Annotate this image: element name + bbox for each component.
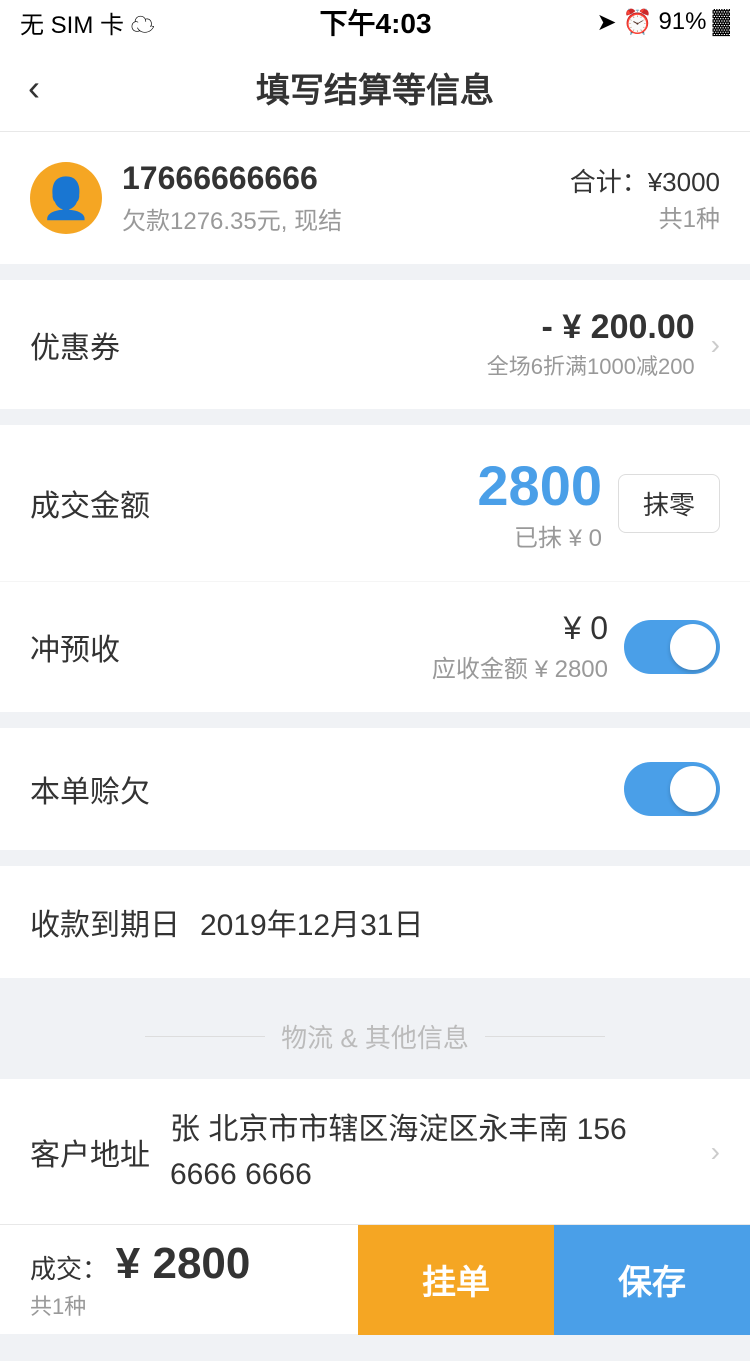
bottom-transaction-line: 成交： ¥ 2800: [30, 1239, 328, 1289]
customer-debt-info: 欠款1276.35元, 现结: [122, 201, 342, 236]
bottom-bar: 成交： ¥ 2800 共1种 挂单 保存: [0, 1224, 750, 1334]
customer-count: 共1种: [570, 199, 720, 234]
status-left: 无 SIM 卡 ☁: [20, 5, 155, 40]
alarm-icon: ⏰: [623, 8, 653, 37]
transaction-section: 成交金额 2800 已抹 ¥ 0 抹零 冲预收 ¥ 0 应收金额 ¥ 2800: [0, 425, 750, 712]
due-date-value: 2019年12月31日: [200, 900, 423, 944]
battery-icon: ▓: [712, 8, 730, 36]
customer-info: 17666666666 欠款1276.35元, 现结: [122, 160, 342, 236]
coupon-chevron-icon: ›: [711, 329, 720, 361]
customer-right: 合计：¥3000 共1种: [570, 162, 720, 234]
save-button[interactable]: 保存: [554, 1225, 750, 1335]
location-icon: ➤: [596, 8, 616, 37]
coupon-description: 全场6折满1000减200: [487, 349, 695, 381]
rounded-info: 已抹 ¥ 0: [477, 518, 602, 553]
prepayment-label: 冲预收: [30, 625, 120, 669]
total-label: 合计：¥3000: [570, 162, 720, 199]
back-button[interactable]: ‹: [28, 67, 40, 109]
due-date-label: 收款到期日: [30, 900, 180, 944]
content: 👤 17666666666 欠款1276.35元, 现结 合计：¥3000 共1…: [0, 132, 750, 1361]
prepay-right: ¥ 0 应收金额 ¥ 2800: [432, 610, 608, 684]
prepayment-toggle[interactable]: [624, 620, 720, 674]
address-value: 张 北京市市辖区海淀区永丰南 156 6666 6666: [170, 1107, 691, 1197]
address-chevron-icon: ›: [711, 1136, 720, 1168]
bottom-summary: 成交： ¥ 2800 共1种: [0, 1239, 358, 1321]
debt-row: 本单赊欠: [0, 728, 750, 850]
status-right: ➤ ⏰ 91% ▓: [596, 8, 730, 37]
debt-toggle[interactable]: [624, 762, 720, 816]
prepayment-right: ¥ 0 应收金额 ¥ 2800: [432, 610, 720, 684]
due-date-section: 收款到期日 2019年12月31日: [0, 866, 750, 978]
status-bar: 无 SIM 卡 ☁ 下午4:03 ➤ ⏰ 91% ▓: [0, 0, 750, 44]
nav-bar: ‹ 填写结算等信息: [0, 44, 750, 132]
transaction-amount-row: 成交金额 2800 已抹 ¥ 0 抹零: [0, 425, 750, 582]
status-time: 下午4:03: [320, 2, 432, 42]
customer-left: 👤 17666666666 欠款1276.35元, 现结: [30, 160, 342, 236]
avatar: 👤: [30, 162, 102, 234]
prepay-receivable: 应收金额 ¥ 2800: [432, 649, 608, 684]
coupon-discount: - ¥ 200.00: [487, 308, 695, 347]
address-row[interactable]: 客户地址 张 北京市市辖区海淀区永丰南 156 6666 6666 ›: [0, 1079, 750, 1225]
battery-level: 91%: [658, 8, 706, 36]
address-label: 客户地址: [30, 1130, 150, 1174]
page-title: 填写结算等信息: [256, 63, 494, 112]
sim-status: 无 SIM 卡 ☁: [20, 5, 155, 40]
bottom-transaction-label: 成交：: [30, 1254, 108, 1284]
hang-button[interactable]: 挂单: [358, 1225, 554, 1335]
transaction-amount-label: 成交金额: [30, 481, 150, 525]
bottom-count: 共1种: [30, 1289, 328, 1321]
person-icon: 👤: [41, 175, 91, 222]
prepay-amount: ¥ 0: [432, 610, 608, 647]
coupon-right: - ¥ 200.00 全场6折满1000减200 ›: [487, 308, 720, 381]
bottom-amount: ¥ 2800: [116, 1239, 251, 1288]
customer-phone: 17666666666: [122, 160, 342, 197]
customer-card: 👤 17666666666 欠款1276.35元, 现结 合计：¥3000 共1…: [0, 132, 750, 264]
prepayment-row: 冲预收 ¥ 0 应收金额 ¥ 2800: [0, 582, 750, 712]
transaction-amount-right: 2800 已抹 ¥ 0 抹零: [477, 453, 720, 553]
logistics-header-text: 物流 & 其他信息: [30, 1018, 720, 1055]
logistics-header: 物流 & 其他信息: [0, 994, 750, 1079]
round-zero-button[interactable]: 抹零: [618, 474, 720, 533]
debt-section: 本单赊欠: [0, 728, 750, 850]
coupon-value: - ¥ 200.00 全场6折满1000减200: [487, 308, 695, 381]
debt-label: 本单赊欠: [30, 767, 150, 811]
coupon-label: 优惠券: [30, 323, 120, 367]
transaction-amount-value: 2800: [477, 453, 602, 518]
coupon-row[interactable]: 优惠券 - ¥ 200.00 全场6折满1000减200 ›: [0, 280, 750, 409]
due-date-row: 收款到期日 2019年12月31日: [0, 866, 750, 978]
